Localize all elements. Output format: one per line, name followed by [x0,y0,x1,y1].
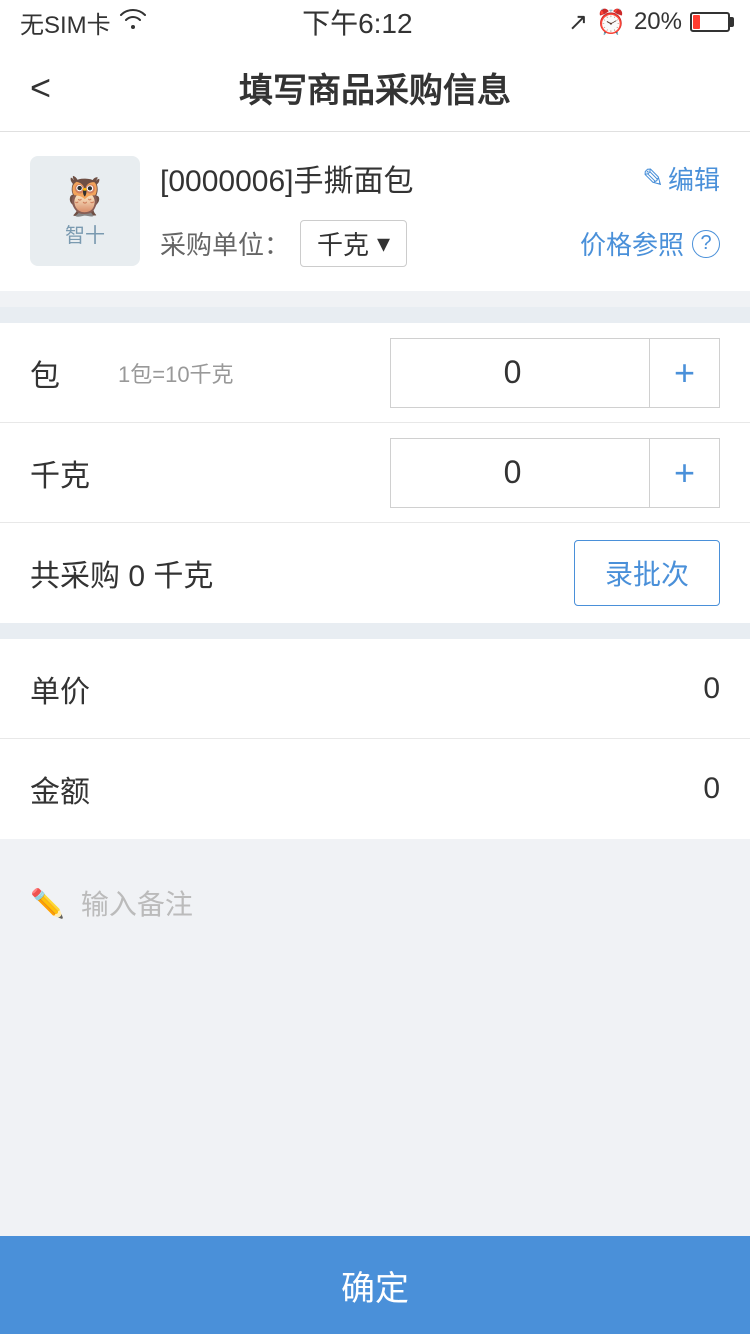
purchase-unit-row: 采购单位： 千克 ▾ 价格参照 ? [160,220,720,267]
batch-button[interactable]: 录批次 [574,540,720,606]
amount-row: 金额 0 [0,739,750,839]
summary-row: 共采购 0 千克 录批次 [0,523,750,623]
product-name-row: [0000006]手撕面包 ✎ 编辑 [160,156,720,200]
status-left: 无SIM卡 [20,5,147,40]
info-icon: ? [692,230,720,258]
price-ref-button[interactable]: 价格参照 ? [580,225,720,262]
bag-input[interactable] [390,338,650,408]
purchase-unit-label: 采购单位： [160,225,290,262]
input-section: 包 1包=10千克 + 千克 + [0,323,750,523]
status-bar: 无SIM卡 下午6:12 ↗ ⏰ 20% [0,0,750,44]
pencil-icon: ✏️ [30,887,65,920]
bag-sub-label: 1包=10千克 [118,357,390,389]
alarm-icon: ⏰ [596,8,626,37]
brand-label: 智十 [65,219,105,248]
kg-input-control: + [390,438,720,508]
product-info: [0000006]手撕面包 ✎ 编辑 采购单位： 千克 ▾ 价格参照 ? [160,156,720,267]
kg-label: 千克 [30,451,110,495]
summary-text: 共采购 0 千克 [30,551,574,595]
kg-plus-button[interactable]: + [650,438,720,508]
product-section: 🦉 智十 [0000006]手撕面包 ✎ 编辑 采购单位： 千克 ▾ 价格参照 [0,132,750,291]
price-section: 单价 0 金额 0 [0,639,750,839]
status-right: ↗ ⏰ 20% [568,8,730,37]
kg-input-row: 千克 + [0,423,750,523]
page-title: 填写商品采购信息 [239,63,511,112]
confirm-label: 确定 [341,1261,409,1310]
bag-input-row: 包 1包=10千克 + [0,323,750,423]
note-placeholder: 输入备注 [81,883,193,923]
battery-icon [690,12,730,32]
carrier-label: 无SIM卡 [20,5,111,40]
product-icon: 🦉 [61,175,108,219]
edit-button[interactable]: ✎ 编辑 [642,160,720,197]
note-section[interactable]: ✏️ 输入备注 [0,855,750,951]
unit-price-value: 0 [703,672,720,706]
edit-icon: ✎ [642,163,664,194]
status-time: 下午6:12 [302,2,413,42]
kg-input[interactable] [390,438,650,508]
bag-label: 包 [30,351,110,395]
confirm-button[interactable]: 确定 [0,1236,750,1334]
product-image: 🦉 智十 [30,156,140,266]
unit-price-label: 单价 [30,667,703,711]
unit-price-row: 单价 0 [0,639,750,739]
bag-plus-button[interactable]: + [650,338,720,408]
product-name: [0000006]手撕面包 [160,156,413,200]
amount-label: 金额 [30,767,703,811]
unit-selector[interactable]: 千克 ▾ [300,220,407,267]
amount-value: 0 [703,772,720,806]
header: < 填写商品采购信息 [0,44,750,132]
location-icon: ↗ [568,8,588,37]
back-button[interactable]: < [30,67,51,109]
battery-percent: 20% [634,8,682,36]
wifi-icon [119,8,147,37]
section-divider-1 [0,307,750,323]
section-divider-2 [0,623,750,639]
bag-input-control: + [390,338,720,408]
dropdown-arrow-icon: ▾ [377,228,390,259]
